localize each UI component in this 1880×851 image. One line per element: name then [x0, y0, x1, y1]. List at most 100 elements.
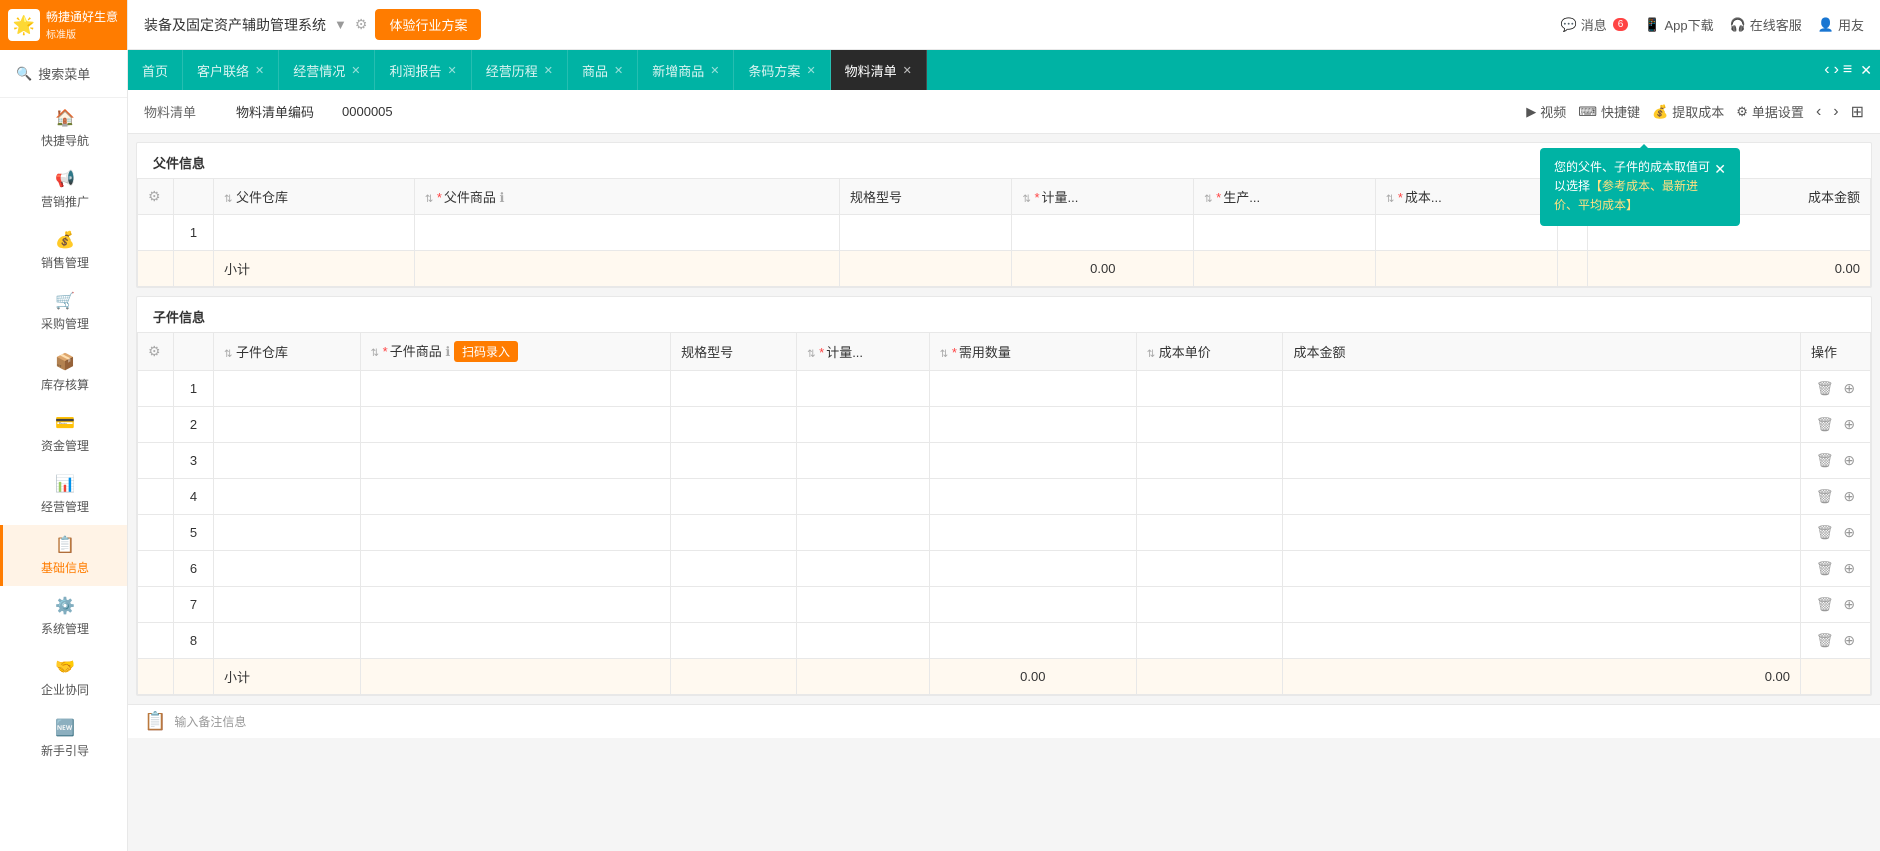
tab-close-icon[interactable]: ✕ [544, 64, 553, 77]
sidebar-nav-item-marketing[interactable]: 📢 营销推广 [0, 159, 127, 220]
messages-button[interactable]: 💬 消息 6 [1561, 15, 1629, 34]
delete-icon[interactable]: 🗑 [1816, 524, 1834, 540]
child-spec-cell[interactable] [671, 623, 797, 659]
tab-close-icon[interactable]: ✕ [351, 64, 360, 77]
child-goods-cell[interactable] [360, 407, 671, 443]
tooltip-close-button[interactable]: ✕ [1714, 158, 1726, 180]
tab-customer[interactable]: 客户联络 ✕ [183, 50, 279, 90]
extract-cost-button[interactable]: 💰 提取成本 [1652, 102, 1724, 121]
child-goods-cell[interactable] [360, 515, 671, 551]
view-video-button[interactable]: ▶ 视频 [1526, 102, 1566, 121]
app-download-button[interactable]: 📱 App下载 [1644, 15, 1713, 34]
child-qty-cell[interactable] [929, 551, 1136, 587]
child-spec-cell[interactable] [671, 443, 797, 479]
column-settings-icon[interactable]: ⚙ [148, 188, 161, 204]
sidebar-nav-item-system[interactable]: ⚙️ 系统管理 [0, 586, 127, 647]
tab-profit[interactable]: 利润报告 ✕ [375, 50, 471, 90]
tab-history[interactable]: 经营历程 ✕ [472, 50, 568, 90]
menu-icon[interactable]: ≡ [1843, 61, 1852, 79]
child-qty-cell[interactable] [929, 515, 1136, 551]
tab-home[interactable]: 首页 [128, 50, 183, 90]
child-unit-cell[interactable] [797, 551, 930, 587]
copy-icon[interactable]: ⊕ [1843, 596, 1855, 612]
user-button[interactable]: 👤 用友 [1818, 15, 1864, 34]
sidebar-nav-item-quicknav[interactable]: 🏠 快捷导航 [0, 98, 127, 159]
child-unit-price-cell[interactable] [1136, 479, 1283, 515]
delete-icon[interactable]: 🗑 [1816, 380, 1834, 396]
sidebar-nav-item-inventory[interactable]: 📦 库存核算 [0, 342, 127, 403]
child-goods-cell[interactable] [360, 371, 671, 407]
tab-bom[interactable]: 物料清单 ✕ [831, 50, 927, 90]
child-unit-cell[interactable] [797, 479, 930, 515]
parent-spec-cell[interactable] [839, 215, 1011, 251]
delete-icon[interactable]: 🗑 [1816, 632, 1834, 648]
delete-icon[interactable]: 🗑 [1816, 452, 1834, 468]
tab-close-icon[interactable]: ✕ [614, 64, 623, 77]
tab-goods[interactable]: 商品 ✕ [568, 50, 638, 90]
child-goods-cell[interactable] [360, 587, 671, 623]
copy-icon[interactable]: ⊕ [1843, 524, 1855, 540]
child-unit-cell[interactable] [797, 443, 930, 479]
child-unit-price-cell[interactable] [1136, 551, 1283, 587]
sidebar-nav-item-finance[interactable]: 💳 资金管理 [0, 403, 127, 464]
child-warehouse-cell[interactable] [214, 587, 361, 623]
column-settings-icon[interactable]: ⚙ [148, 343, 161, 359]
child-qty-cell[interactable] [929, 623, 1136, 659]
breadcrumb-parent[interactable]: 物料清单 [144, 102, 196, 121]
scan-button[interactable]: 扫码录入 [454, 341, 518, 362]
sidebar-nav-item-guide[interactable]: 🆕 新手引导 [0, 708, 127, 769]
close-tab-icon[interactable]: ✕ [1860, 62, 1872, 79]
copy-icon[interactable]: ⊕ [1843, 452, 1855, 468]
child-warehouse-cell[interactable] [214, 443, 361, 479]
child-unit-price-cell[interactable] [1136, 623, 1283, 659]
child-unit-price-cell[interactable] [1136, 407, 1283, 443]
copy-icon[interactable]: ⊕ [1843, 560, 1855, 576]
tab-barcode[interactable]: 条码方案 ✕ [734, 50, 830, 90]
nav-left-icon[interactable]: ‹ [1816, 103, 1821, 121]
shortcut-button[interactable]: ⌨ 快捷键 [1578, 102, 1640, 121]
sidebar-nav-item-purchase[interactable]: 🛒 采购管理 [0, 281, 127, 342]
tab-close-icon[interactable]: ✕ [255, 64, 264, 77]
single-settings-button[interactable]: ⚙ 单据设置 [1736, 102, 1804, 121]
delete-icon[interactable]: 🗑 [1816, 596, 1834, 612]
chevron-left-icon[interactable]: ‹ [1824, 61, 1829, 79]
child-warehouse-cell[interactable] [214, 479, 361, 515]
sidebar-nav-item-coop[interactable]: 🤝 企业协同 [0, 647, 127, 708]
copy-icon[interactable]: ⊕ [1843, 632, 1855, 648]
child-qty-cell[interactable] [929, 479, 1136, 515]
parent-produce-cell[interactable] [1194, 215, 1376, 251]
child-spec-cell[interactable] [671, 371, 797, 407]
delete-icon[interactable]: 🗑 [1816, 416, 1834, 432]
child-warehouse-cell[interactable] [214, 623, 361, 659]
child-qty-cell[interactable] [929, 407, 1136, 443]
child-unit-cell[interactable] [797, 587, 930, 623]
grid-view-icon[interactable]: ⊞ [1851, 102, 1864, 122]
tab-close-icon[interactable]: ✕ [806, 64, 815, 77]
parent-cost-cell[interactable] [1375, 215, 1557, 251]
child-goods-cell[interactable] [360, 479, 671, 515]
child-qty-cell[interactable] [929, 587, 1136, 623]
sidebar-nav-item-sales[interactable]: 💰 销售管理 [0, 220, 127, 281]
sidebar-search[interactable]: 🔍 搜索菜单 [0, 50, 127, 98]
parent-unit-cell[interactable] [1012, 215, 1194, 251]
child-unit-cell[interactable] [797, 371, 930, 407]
sidebar-nav-item-basic[interactable]: 📋 基础信息 [0, 525, 127, 586]
delete-icon[interactable]: 🗑 [1816, 488, 1834, 504]
child-unit-price-cell[interactable] [1136, 443, 1283, 479]
child-warehouse-cell[interactable] [214, 551, 361, 587]
tab-close-icon[interactable]: ✕ [448, 64, 457, 77]
child-unit-cell[interactable] [797, 515, 930, 551]
child-spec-cell[interactable] [671, 407, 797, 443]
tab-newgoods[interactable]: 新增商品 ✕ [638, 50, 734, 90]
copy-icon[interactable]: ⊕ [1843, 488, 1855, 504]
child-unit-cell[interactable] [797, 623, 930, 659]
child-unit-price-cell[interactable] [1136, 587, 1283, 623]
try-button[interactable]: 体验行业方案 [375, 9, 481, 40]
child-warehouse-cell[interactable] [214, 371, 361, 407]
copy-icon[interactable]: ⊕ [1843, 380, 1855, 396]
child-spec-cell[interactable] [671, 479, 797, 515]
child-warehouse-cell[interactable] [214, 515, 361, 551]
search-menu-button[interactable]: 🔍 搜索菜单 [8, 58, 119, 89]
child-goods-cell[interactable] [360, 623, 671, 659]
delete-icon[interactable]: 🗑 [1816, 560, 1834, 576]
